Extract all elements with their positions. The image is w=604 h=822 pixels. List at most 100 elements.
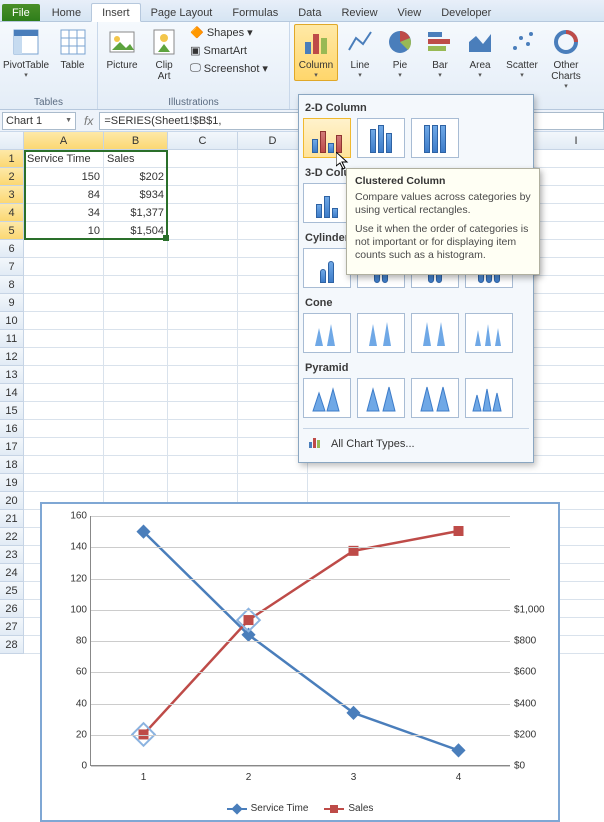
row-header[interactable]: 4: [0, 204, 24, 222]
bar-chart-button[interactable]: Bar▾: [422, 24, 458, 81]
stacked-cone[interactable]: [357, 313, 405, 353]
area-chart-button[interactable]: Area▾: [462, 24, 498, 81]
cell[interactable]: [168, 186, 238, 204]
col-header-A[interactable]: A: [24, 132, 104, 150]
cell[interactable]: [24, 402, 104, 420]
cell[interactable]: [168, 438, 238, 456]
cell[interactable]: [168, 204, 238, 222]
row-header[interactable]: 2: [0, 168, 24, 186]
row-header[interactable]: 18: [0, 456, 24, 474]
row-header[interactable]: 27: [0, 618, 24, 636]
cell[interactable]: [24, 474, 104, 492]
tab-formulas[interactable]: Formulas: [222, 4, 288, 21]
cell[interactable]: [104, 384, 168, 402]
screenshot-button[interactable]: 🖵Screenshot ▾: [186, 60, 285, 77]
row-header[interactable]: 3: [0, 186, 24, 204]
row-header[interactable]: 22: [0, 528, 24, 546]
stacked-pyramid[interactable]: [357, 378, 405, 418]
cone-3d[interactable]: [465, 313, 513, 353]
pivottable-button[interactable]: PivotTable▾: [4, 24, 48, 81]
tab-home[interactable]: Home: [42, 4, 91, 21]
cell[interactable]: [168, 150, 238, 168]
cell[interactable]: [104, 312, 168, 330]
row-header[interactable]: 25: [0, 582, 24, 600]
100-stacked-cone[interactable]: [411, 313, 459, 353]
tab-insert[interactable]: Insert: [91, 3, 141, 22]
row-header[interactable]: 26: [0, 600, 24, 618]
clustered-cone[interactable]: [303, 313, 351, 353]
cell[interactable]: [168, 168, 238, 186]
tab-data[interactable]: Data: [288, 4, 331, 21]
pie-chart-button[interactable]: Pie▾: [382, 24, 418, 81]
cell[interactable]: [104, 240, 168, 258]
cell[interactable]: [24, 330, 104, 348]
all-chart-types[interactable]: All Chart Types...: [303, 428, 529, 458]
100-stacked-pyramid[interactable]: [411, 378, 459, 418]
cell[interactable]: $202: [104, 168, 168, 186]
column-chart-button[interactable]: Column▾: [294, 24, 338, 81]
cell[interactable]: [24, 420, 104, 438]
row-header[interactable]: 15: [0, 402, 24, 420]
scatter-chart-button[interactable]: Scatter▾: [502, 24, 542, 81]
cell[interactable]: 84: [24, 186, 104, 204]
cell[interactable]: [104, 330, 168, 348]
cell[interactable]: [168, 474, 238, 492]
row-header[interactable]: 20: [0, 492, 24, 510]
cell[interactable]: [24, 276, 104, 294]
cell[interactable]: [104, 438, 168, 456]
cell[interactable]: [24, 240, 104, 258]
100-stacked-column-2d[interactable]: [411, 118, 459, 158]
cell[interactable]: [168, 240, 238, 258]
cell[interactable]: [24, 258, 104, 276]
col-header-B[interactable]: B: [104, 132, 168, 150]
cell[interactable]: [238, 474, 308, 492]
cell[interactable]: [168, 222, 238, 240]
cell[interactable]: [168, 312, 238, 330]
row-header[interactable]: 10: [0, 312, 24, 330]
cell[interactable]: $1,504: [104, 222, 168, 240]
stacked-column-2d[interactable]: [357, 118, 405, 158]
cell[interactable]: [168, 258, 238, 276]
row-header[interactable]: 7: [0, 258, 24, 276]
row-header[interactable]: 9: [0, 294, 24, 312]
cell[interactable]: [104, 258, 168, 276]
select-all-corner[interactable]: [0, 132, 24, 150]
row-header[interactable]: 11: [0, 330, 24, 348]
cell[interactable]: [104, 294, 168, 312]
row-header[interactable]: 23: [0, 546, 24, 564]
pyramid-3d[interactable]: [465, 378, 513, 418]
cell[interactable]: 34: [24, 204, 104, 222]
shapes-button[interactable]: 🔶Shapes ▾: [186, 24, 285, 41]
cell[interactable]: 150: [24, 168, 104, 186]
cell[interactable]: $934: [104, 186, 168, 204]
cell[interactable]: [24, 366, 104, 384]
cell[interactable]: [104, 402, 168, 420]
col-header-C[interactable]: C: [168, 132, 238, 150]
clustered-column-3d[interactable]: [303, 183, 351, 223]
tab-page-layout[interactable]: Page Layout: [141, 4, 223, 21]
line-chart-button[interactable]: Line▾: [342, 24, 378, 81]
cell[interactable]: [168, 384, 238, 402]
cell[interactable]: [104, 348, 168, 366]
col-header-I[interactable]: I: [548, 132, 604, 150]
cell[interactable]: [168, 330, 238, 348]
namebox-dropdown-icon[interactable]: ▼: [65, 117, 72, 124]
tab-developer[interactable]: Developer: [431, 4, 501, 21]
cell[interactable]: Sales: [104, 150, 168, 168]
row-header[interactable]: 8: [0, 276, 24, 294]
tab-file[interactable]: File: [2, 4, 40, 21]
cell[interactable]: 10: [24, 222, 104, 240]
cell[interactable]: [104, 276, 168, 294]
row-header[interactable]: 17: [0, 438, 24, 456]
name-box[interactable]: Chart 1▼: [2, 112, 76, 130]
cell[interactable]: [24, 384, 104, 402]
fx-icon[interactable]: fx: [78, 114, 99, 128]
row-header[interactable]: 6: [0, 240, 24, 258]
row-header[interactable]: 14: [0, 384, 24, 402]
cell[interactable]: [24, 294, 104, 312]
cell[interactable]: Service Time: [24, 150, 104, 168]
embedded-chart[interactable]: 020406080100120140160$0$200$400$600$800$…: [40, 502, 560, 822]
cell[interactable]: [168, 366, 238, 384]
cell[interactable]: [24, 438, 104, 456]
cell[interactable]: [104, 474, 168, 492]
